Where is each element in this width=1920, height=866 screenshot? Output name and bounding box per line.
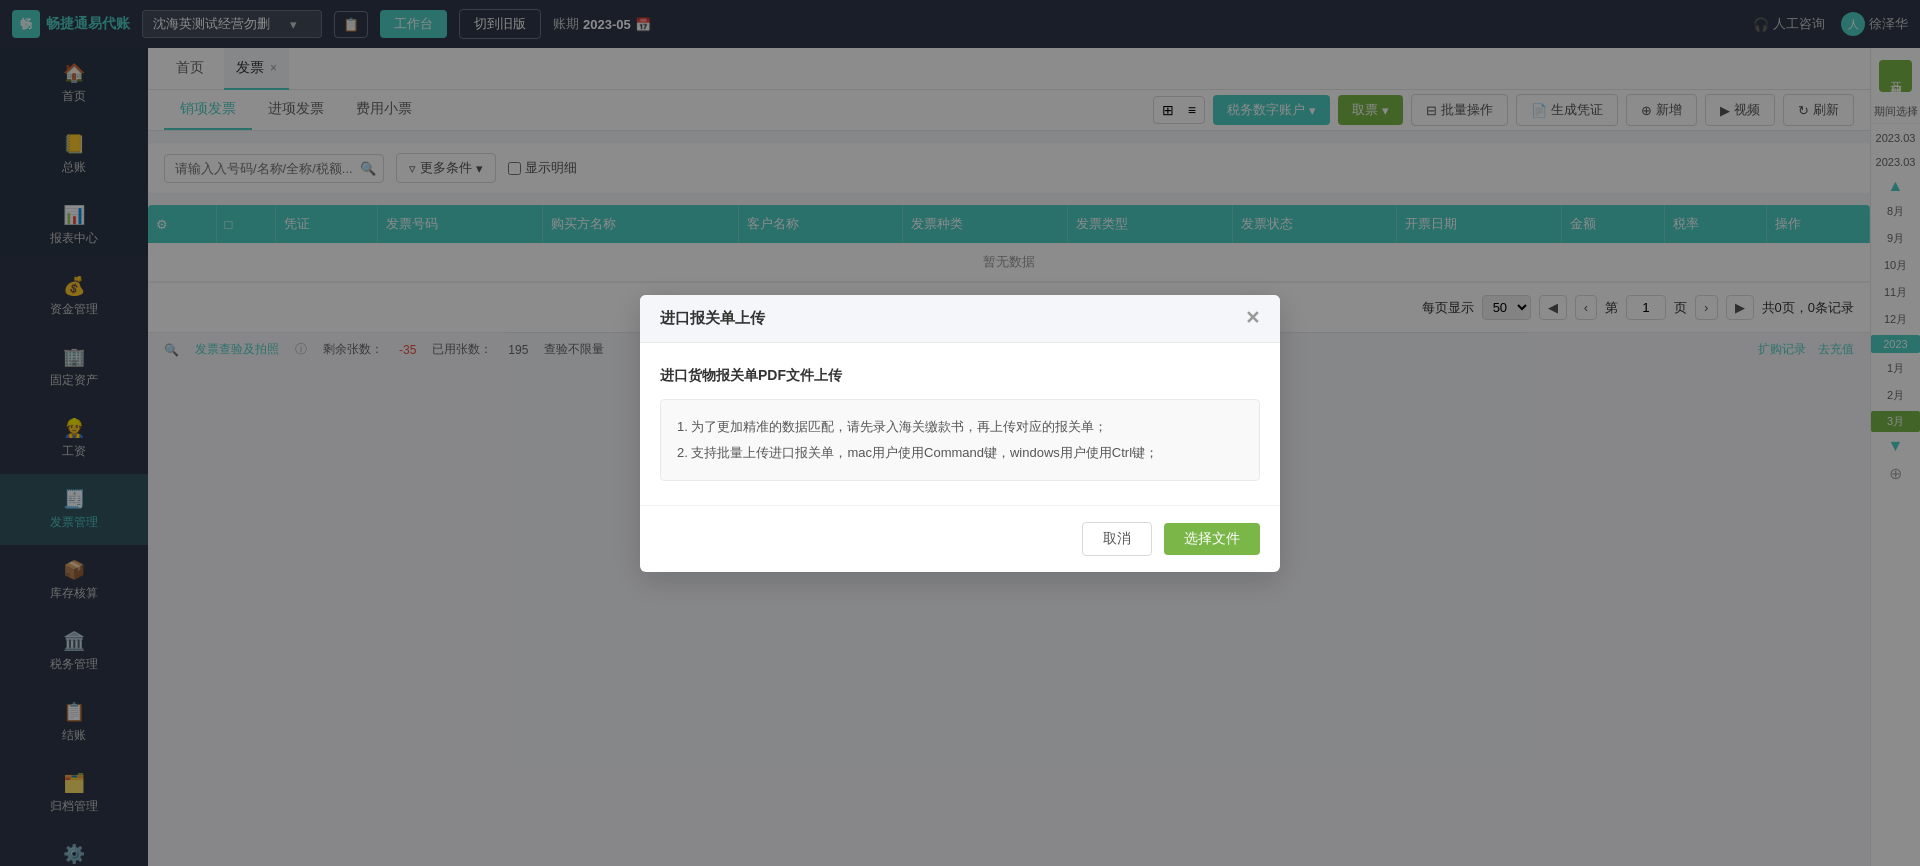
modal-header: 进口报关单上传 ✕ bbox=[640, 295, 1280, 343]
modal-body: 进口货物报关单PDF文件上传 1. 为了更加精准的数据匹配，请先录入海关缴款书，… bbox=[640, 343, 1280, 505]
modal-section-title: 进口货物报关单PDF文件上传 bbox=[660, 367, 1260, 385]
modal-upload: 进口报关单上传 ✕ 进口货物报关单PDF文件上传 1. 为了更加精准的数据匹配，… bbox=[640, 295, 1280, 572]
modal-title: 进口报关单上传 bbox=[660, 309, 765, 328]
modal-overlay: 进口报关单上传 ✕ 进口货物报关单PDF文件上传 1. 为了更加精准的数据匹配，… bbox=[0, 0, 1920, 866]
modal-select-file-btn[interactable]: 选择文件 bbox=[1164, 523, 1260, 555]
modal-info-box: 1. 为了更加精准的数据匹配，请先录入海关缴款书，再上传对应的报关单； 2. 支… bbox=[660, 399, 1260, 481]
modal-close-btn[interactable]: ✕ bbox=[1245, 309, 1260, 327]
modal-footer: 取消 选择文件 bbox=[640, 505, 1280, 572]
modal-info-item-0: 1. 为了更加精准的数据匹配，请先录入海关缴款书，再上传对应的报关单； bbox=[677, 414, 1243, 440]
modal-cancel-btn[interactable]: 取消 bbox=[1082, 522, 1152, 556]
modal-info-item-1: 2. 支持批量上传进口报关单，mac用户使用Command键，windows用户… bbox=[677, 440, 1243, 466]
